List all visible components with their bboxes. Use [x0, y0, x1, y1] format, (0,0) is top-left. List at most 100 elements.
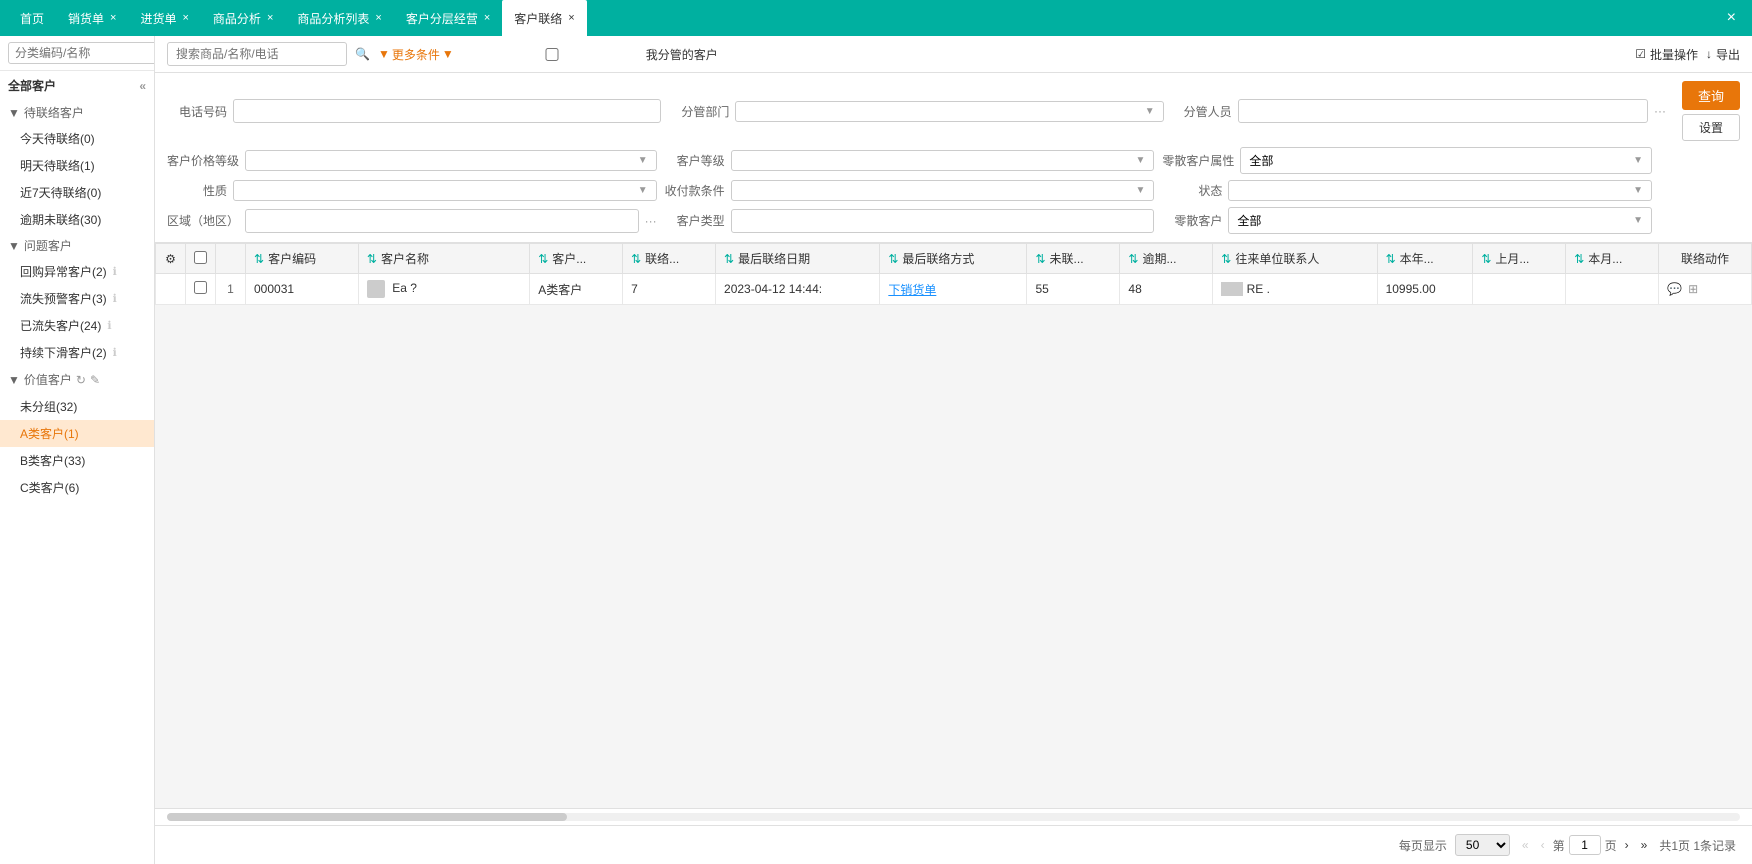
- chat-action-icon[interactable]: 💬: [1667, 282, 1682, 296]
- sidebar-item-overdue[interactable]: 逾期未联络(30): [0, 206, 154, 233]
- search-input[interactable]: [167, 42, 347, 66]
- tab-customer-contact[interactable]: 客户联络 ×: [502, 0, 586, 36]
- edit-icon[interactable]: ✎: [90, 373, 100, 387]
- tab-customer-tier[interactable]: 客户分层经营 ×: [394, 0, 502, 36]
- tab-sales[interactable]: 销货单 ×: [56, 0, 128, 36]
- all-customers-label: 全部客户: [8, 77, 56, 94]
- tab-goods-analysis-list[interactable]: 商品分析列表 ×: [285, 0, 393, 36]
- price-level-select[interactable]: ▼: [245, 150, 657, 171]
- region-dots[interactable]: ···: [645, 214, 657, 228]
- sidebar-item-7days[interactable]: 近7天待联络(0): [0, 179, 154, 206]
- sidebar-search-input[interactable]: [8, 42, 155, 64]
- customer-type-input[interactable]: [731, 209, 1155, 233]
- retail-label: 零散客户: [1162, 212, 1222, 229]
- more-filter-btn[interactable]: ▼ 更多条件 ▼: [378, 46, 454, 63]
- row-checkbox[interactable]: [194, 281, 207, 294]
- horizontal-scrollbar[interactable]: [155, 808, 1752, 825]
- my-customer-checkbox-label[interactable]: 我分管的客户: [462, 46, 718, 63]
- th-contact-count[interactable]: ⇅ 联络...: [623, 244, 716, 274]
- tab-goods-analysis[interactable]: 商品分析 ×: [201, 0, 285, 36]
- first-page-btn[interactable]: «: [1518, 836, 1533, 854]
- export-btn[interactable]: ↓ 导出: [1706, 46, 1740, 63]
- retail-attr-label: 零散客户属性: [1162, 152, 1234, 169]
- sort-method-icon: ⇅: [888, 252, 898, 266]
- th-code[interactable]: ⇅ 客户编码: [246, 244, 359, 274]
- th-customer-type[interactable]: ⇅ 客户...: [530, 244, 623, 274]
- th-last-contact-date[interactable]: ⇅ 最后联络日期: [716, 244, 880, 274]
- sidebar-item-tomorrow[interactable]: 明天待联络(1): [0, 152, 154, 179]
- section-pending-contact[interactable]: ▼ 待联络客户: [0, 100, 154, 125]
- section-problem-customers[interactable]: ▼ 问题客户: [0, 233, 154, 258]
- last-page-btn[interactable]: »: [1637, 836, 1652, 854]
- th-contacts[interactable]: ⇅ 往来单位联系人: [1213, 244, 1377, 274]
- close-tab-goods-analysis-list[interactable]: ×: [375, 12, 381, 24]
- scrollbar-track[interactable]: [167, 813, 1740, 821]
- page-size-label: 每页显示: [1399, 837, 1447, 854]
- next-page-btn[interactable]: ›: [1621, 836, 1633, 854]
- close-tab-customer-tier[interactable]: ×: [484, 12, 490, 24]
- batch-op-icon: ☑: [1635, 47, 1646, 61]
- page-nav: « ‹ 第 页 › »: [1518, 835, 1651, 855]
- sort-name-icon: ⇅: [367, 252, 377, 266]
- select-all-checkbox[interactable]: [194, 251, 207, 264]
- phone-input[interactable]: [233, 99, 661, 123]
- payment-select[interactable]: ▼: [731, 180, 1155, 201]
- batch-op-btn[interactable]: ☑ 批量操作: [1635, 46, 1698, 63]
- close-tab-purchase[interactable]: ×: [182, 12, 188, 24]
- page-input[interactable]: [1569, 835, 1601, 855]
- th-checkbox[interactable]: [186, 244, 216, 274]
- sidebar-all-customers[interactable]: 全部客户 «: [0, 71, 154, 100]
- grid-action-icon[interactable]: ⊞: [1688, 282, 1698, 296]
- refresh-icon[interactable]: ↻: [76, 373, 86, 387]
- region-input[interactable]: [245, 209, 639, 233]
- sidebar-item-repurchase-abnormal[interactable]: 回购异常客户(2) ℹ: [0, 258, 154, 285]
- th-last-month[interactable]: ⇅ 上月...: [1473, 244, 1566, 274]
- nature-select[interactable]: ▼: [233, 180, 657, 201]
- settings-button[interactable]: 设置: [1682, 114, 1740, 141]
- td-contacts: RE .: [1213, 274, 1377, 305]
- payment-label: 收付款条件: [665, 182, 725, 199]
- th-last-contact-method[interactable]: ⇅ 最后联络方式: [880, 244, 1027, 274]
- dept-select[interactable]: ▼: [735, 101, 1163, 122]
- filter-search-icon[interactable]: 🔍: [355, 47, 370, 61]
- sidebar: 🔍 全部客户 « ▼ 待联络客户 今天待联络(0) 明天待联络(1) 近7天待联…: [0, 36, 155, 864]
- sidebar-item-churn-warning[interactable]: 流失预警客户(3) ℹ: [0, 285, 154, 312]
- sidebar-item-ungroup[interactable]: 未分组(32): [0, 393, 154, 420]
- query-button[interactable]: 查询: [1682, 81, 1740, 110]
- sidebar-item-today[interactable]: 今天待联络(0): [0, 125, 154, 152]
- prev-page-btn[interactable]: ‹: [1537, 836, 1549, 854]
- close-tab-goods-analysis[interactable]: ×: [267, 12, 273, 24]
- section-arrow-value[interactable]: ▼: [8, 373, 20, 387]
- filter-row-3: 性质 ▼ 收付款条件 ▼ 状态: [167, 180, 1740, 201]
- retail-select[interactable]: 全部 ▼: [1228, 207, 1652, 234]
- customer-level-select[interactable]: ▼: [731, 150, 1155, 171]
- page-size-select[interactable]: 50 100: [1455, 834, 1510, 856]
- th-overdue[interactable]: ⇅ 逾期...: [1120, 244, 1213, 274]
- sidebar-item-class-a[interactable]: A类客户(1): [0, 420, 154, 447]
- th-settings[interactable]: ⚙: [156, 244, 186, 274]
- th-this-year[interactable]: ⇅ 本年...: [1377, 244, 1473, 274]
- th-uncontacted[interactable]: ⇅ 未联...: [1027, 244, 1120, 274]
- manager-dots[interactable]: ···: [1654, 104, 1666, 118]
- sidebar-item-class-b[interactable]: B类客户(33): [0, 447, 154, 474]
- close-all-btn[interactable]: ×: [1719, 9, 1744, 27]
- my-customer-checkbox[interactable]: [462, 48, 642, 61]
- sort-ccount-icon: ⇅: [631, 252, 641, 266]
- sidebar-item-declining[interactable]: 持续下滑客户(2) ℹ: [0, 339, 154, 366]
- close-tab-customer-contact[interactable]: ×: [568, 12, 574, 24]
- th-name[interactable]: ⇅ 客户名称: [358, 244, 529, 274]
- tab-purchase[interactable]: 进货单 ×: [128, 0, 200, 36]
- close-tab-sales[interactable]: ×: [110, 12, 116, 24]
- th-this-month[interactable]: ⇅ 本月...: [1566, 244, 1659, 274]
- sidebar-collapse-icon[interactable]: «: [139, 79, 146, 93]
- scrollbar-thumb[interactable]: [167, 813, 567, 821]
- td-checkbox[interactable]: [186, 274, 216, 305]
- status-select[interactable]: ▼: [1228, 180, 1652, 201]
- sort-year-icon: ⇅: [1386, 252, 1396, 266]
- tab-home[interactable]: 首页: [8, 0, 56, 36]
- contact-method-link[interactable]: 下销货单: [888, 283, 936, 297]
- manager-input[interactable]: [1238, 99, 1648, 123]
- retail-attr-select[interactable]: 全部 ▼: [1240, 147, 1652, 174]
- sidebar-item-class-c[interactable]: C类客户(6): [0, 474, 154, 501]
- sidebar-item-churned[interactable]: 已流失客户(24) ℹ: [0, 312, 154, 339]
